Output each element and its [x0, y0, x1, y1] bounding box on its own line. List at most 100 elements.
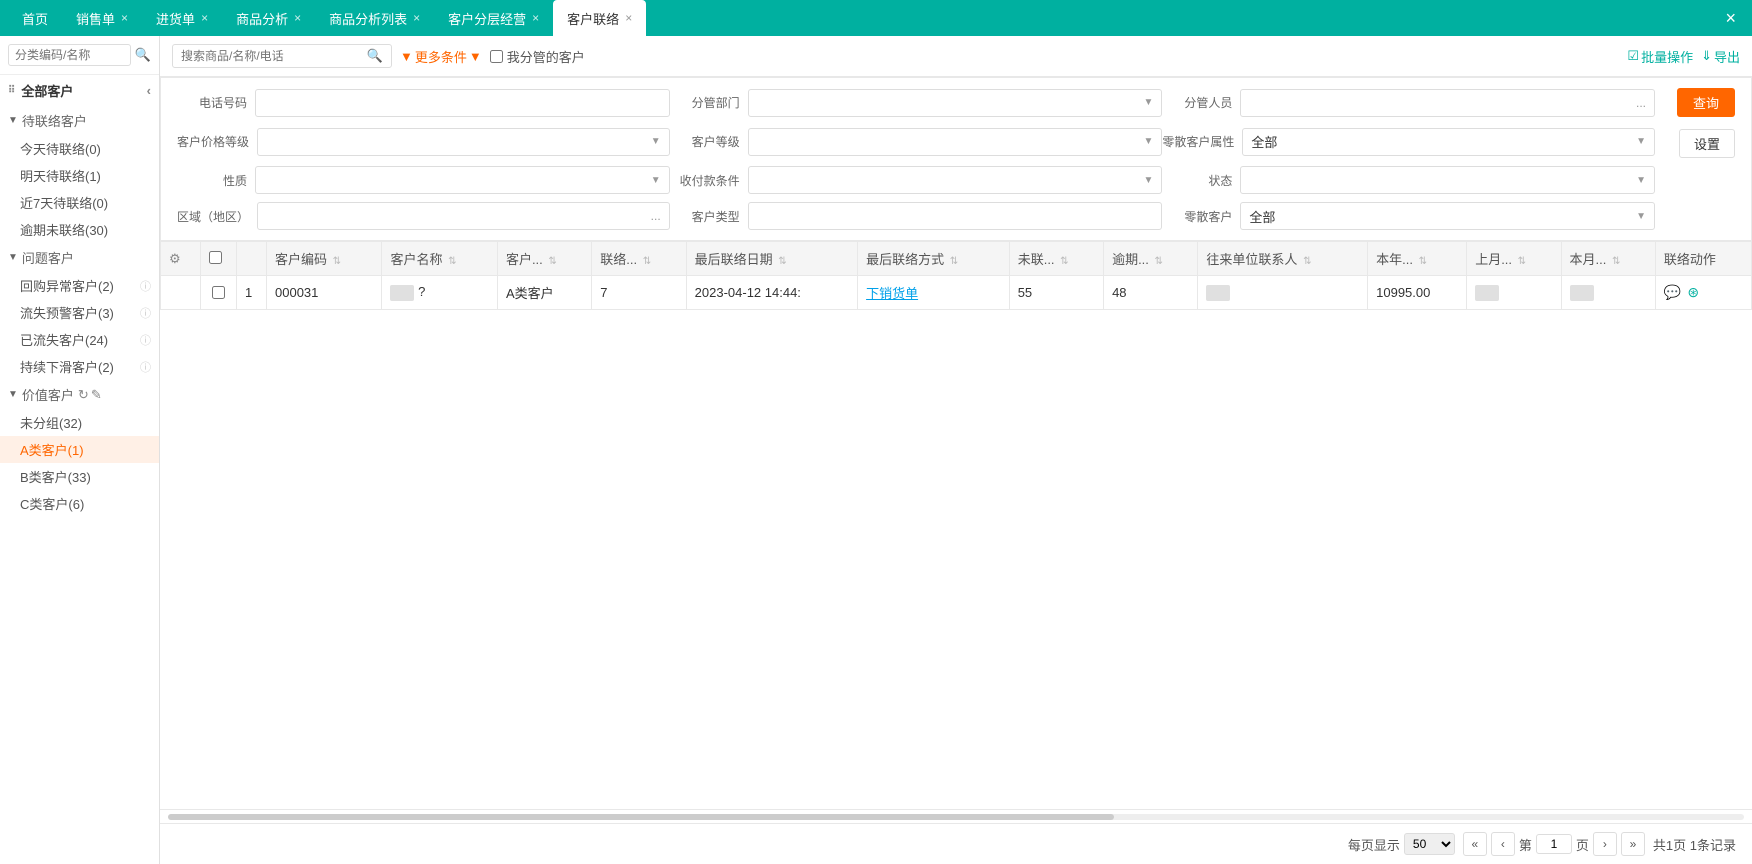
customer-level-input[interactable]: ▼ [748, 128, 1163, 156]
sidebar-group-pending[interactable]: ▼ 待联络客户 [0, 106, 159, 135]
retail-customer-input[interactable]: 全部 ▼ [1240, 202, 1655, 230]
th-last-date[interactable]: 最后联络日期 ⇅ [686, 242, 857, 276]
nav-goods-analysis-close[interactable]: × [294, 11, 301, 25]
my-customers-checkbox[interactable] [490, 50, 503, 63]
query-button[interactable]: 查询 [1677, 88, 1735, 117]
sort-icon-name: ⇅ [448, 256, 456, 267]
payment-input[interactable]: ▼ [748, 166, 1163, 194]
nav-purchase[interactable]: 进货单 × [142, 0, 222, 36]
settings-button[interactable]: 设置 [1679, 129, 1735, 158]
per-page-select[interactable]: 50 100 200 [1404, 833, 1455, 855]
nature-input[interactable]: ▼ [255, 166, 670, 194]
sidebar-item-unclassified[interactable]: 未分组(32) [0, 409, 159, 436]
th-this-month[interactable]: 本月... ⇅ [1561, 242, 1655, 276]
price-level-input[interactable]: ▼ [257, 128, 670, 156]
select-all-checkbox[interactable] [209, 251, 222, 264]
prev-page-button[interactable]: ‹ [1491, 832, 1515, 856]
sidebar-search-icon[interactable]: 🔍 [135, 47, 151, 63]
nav-customer-segment[interactable]: 客户分层经营 × [434, 0, 553, 36]
th-type[interactable]: 客户... ⇅ [497, 242, 591, 276]
sidebar-item-declining[interactable]: 持续下滑客户(2) ⓘ [0, 353, 159, 380]
last-method-link[interactable]: 下销货单 [866, 286, 918, 301]
sidebar-item-lost[interactable]: 已流失客户(24) ⓘ [0, 326, 159, 353]
sidebar-search-input[interactable] [8, 44, 131, 66]
action-chat-icon[interactable]: 💬 [1664, 284, 1681, 301]
nav-goods-analysis-list[interactable]: 商品分析列表 × [315, 0, 434, 36]
nav-home[interactable]: 首页 [8, 0, 62, 36]
contact-person-block [1206, 285, 1230, 301]
dots-icon: ⠿ [8, 85, 15, 96]
sidebar-all-customers-header[interactable]: ⠿ 全部客户 ‹ [0, 75, 159, 106]
action-grid-icon[interactable]: ⊛ [1687, 284, 1699, 301]
th-last-month[interactable]: 上月... ⇅ [1467, 242, 1561, 276]
person-input[interactable]: ... [1240, 89, 1655, 117]
row-checkbox[interactable] [212, 286, 225, 299]
retail-attr-input[interactable]: 全部 ▼ [1242, 128, 1655, 156]
th-checkbox [201, 242, 237, 276]
th-no-contact[interactable]: 未联... ⇅ [1009, 242, 1103, 276]
region-input[interactable]: ... [257, 202, 670, 230]
phone-input[interactable] [255, 89, 670, 117]
nav-purchase-close[interactable]: × [201, 11, 208, 25]
scrollbar-track[interactable] [168, 814, 1744, 820]
th-settings[interactable]: ⚙ [161, 242, 201, 276]
th-contact-count[interactable]: 联络... ⇅ [592, 242, 686, 276]
nav-goods-analysis-list-close[interactable]: × [413, 11, 420, 25]
nav-sales-close[interactable]: × [121, 11, 128, 25]
sidebar-item-class-a[interactable]: A类客户(1) [0, 436, 159, 463]
sidebar-group-problem[interactable]: ▼ 问题客户 [0, 243, 159, 272]
info-icon-4: ⓘ [140, 359, 151, 375]
horizontal-scrollbar[interactable] [160, 809, 1752, 823]
sidebar-collapse-icon[interactable]: ‹ [147, 83, 151, 98]
price-level-arrow: ▼ [651, 136, 661, 147]
th-name[interactable]: 客户名称 ⇅ [382, 242, 497, 276]
name-color-block [390, 285, 414, 301]
info-icon-2: ⓘ [140, 305, 151, 321]
td-contact-person [1198, 276, 1368, 310]
sidebar-item-class-b[interactable]: B类客户(33) [0, 463, 159, 490]
table-settings-gear-icon[interactable]: ⚙ [169, 251, 181, 266]
first-page-button[interactable]: « [1463, 832, 1487, 856]
sidebar-group-value[interactable]: ▼ 价值客户 ↻ ✎ [0, 380, 159, 409]
sidebar-item-7days[interactable]: 近7天待联络(0) [0, 189, 159, 216]
data-table: ⚙ 客户编码 ⇅ 客户名称 ⇅ [160, 241, 1752, 310]
th-contact-person[interactable]: 往来单位联系人 ⇅ [1198, 242, 1368, 276]
th-overdue[interactable]: 逾期... ⇅ [1104, 242, 1198, 276]
nav-customer-contact[interactable]: 客户联络 × [553, 0, 646, 36]
sidebar-item-class-c[interactable]: C类客户(6) [0, 490, 159, 517]
nav-goods-analysis[interactable]: 商品分析 × [222, 0, 315, 36]
status-input[interactable]: ▼ [1240, 166, 1655, 194]
nav-customer-contact-close[interactable]: × [625, 11, 632, 25]
customer-type-input[interactable] [748, 202, 1163, 230]
nav-sales[interactable]: 销售单 × [62, 0, 142, 36]
th-last-method[interactable]: 最后联络方式 ⇅ [858, 242, 1010, 276]
status-arrow: ▼ [1636, 175, 1646, 186]
nav-customer-segment-close[interactable]: × [532, 11, 539, 25]
next-page-button[interactable]: › [1593, 832, 1617, 856]
person-dots-icon: ... [1636, 96, 1646, 110]
filter-row-2: 客户价格等级 ▼ 客户等级 ▼ 零散客户属性 全部 ▼ [177, 125, 1735, 158]
sidebar-item-today[interactable]: 今天待联络(0) [0, 135, 159, 162]
global-close-button[interactable]: × [1717, 8, 1744, 29]
value-group-refresh-icon[interactable]: ↻ [78, 387, 89, 403]
page-number-input[interactable] [1536, 834, 1572, 854]
th-this-year[interactable]: 本年... ⇅ [1368, 242, 1467, 276]
td-last-method[interactable]: 下销货单 [858, 276, 1010, 310]
batch-ops-button[interactable]: ☑ 批量操作 [1627, 47, 1693, 66]
payment-arrow: ▼ [1143, 175, 1153, 186]
value-group-edit-icon[interactable]: ✎ [91, 387, 102, 403]
filter-search-icon[interactable]: 🔍 [367, 48, 383, 64]
sidebar-item-abnormal[interactable]: 回购异常客户(2) ⓘ [0, 272, 159, 299]
this-month-block [1570, 285, 1594, 301]
scrollbar-thumb[interactable] [168, 814, 1114, 820]
sidebar-item-attrition-warning[interactable]: 流失预警客户(3) ⓘ [0, 299, 159, 326]
sidebar-item-tomorrow[interactable]: 明天待联络(1) [0, 162, 159, 189]
dept-input[interactable]: ▼ [748, 89, 1163, 117]
filter-search-input[interactable] [181, 49, 367, 63]
advanced-filter-panel: 电话号码 分管部门 ▼ 分管人员 ... 查询 [160, 77, 1752, 241]
export-button[interactable]: ⇓ 导出 [1701, 47, 1740, 66]
sidebar-item-overdue[interactable]: 逾期未联络(30) [0, 216, 159, 243]
last-page-button[interactable]: » [1621, 832, 1645, 856]
more-conditions-button[interactable]: ▼ 更多条件 ▼ [400, 47, 482, 66]
th-code[interactable]: 客户编码 ⇅ [267, 242, 382, 276]
